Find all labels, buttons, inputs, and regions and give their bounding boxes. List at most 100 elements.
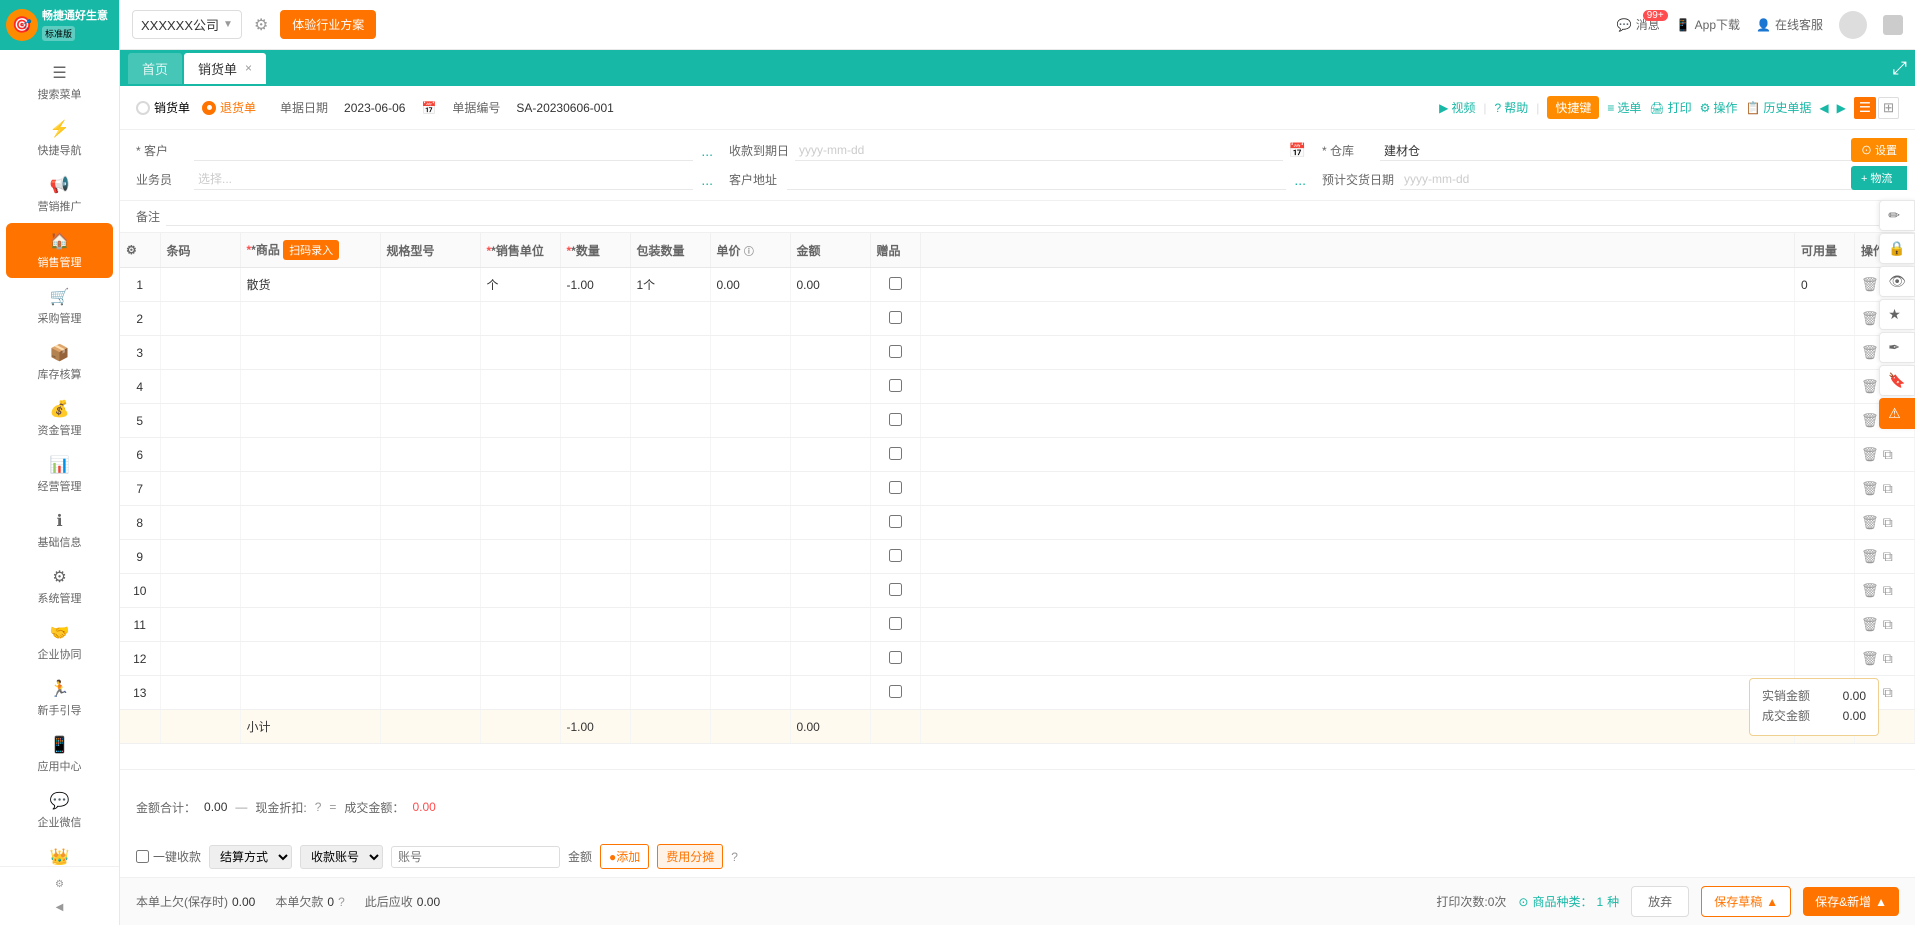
- settings-icon[interactable]: ⚙: [250, 11, 272, 39]
- discard-button[interactable]: 放弃: [1631, 886, 1689, 917]
- row-qty-4[interactable]: [560, 370, 630, 404]
- shortcut-btn[interactable]: 快捷键: [1547, 96, 1599, 119]
- copy-icon-7[interactable]: ⧉: [1883, 480, 1893, 497]
- row-qty-8[interactable]: [560, 506, 630, 540]
- row-barcode-8[interactable]: [160, 506, 240, 540]
- barcode-input-4[interactable]: [167, 380, 234, 394]
- delete-icon-8[interactable]: 🗑: [1861, 514, 1879, 531]
- select-btn[interactable]: ≡ 选单: [1607, 99, 1641, 116]
- right-tool-pencil[interactable]: ✒: [1879, 332, 1915, 363]
- row-qty-5[interactable]: [560, 404, 630, 438]
- expense-help-icon[interactable]: ?: [731, 850, 738, 864]
- copy-icon-6[interactable]: ⧉: [1883, 446, 1893, 463]
- sidebar-item-system[interactable]: ⚙ 系统管理: [6, 559, 113, 614]
- sidebar-item-basic[interactable]: ℹ 基础信息: [6, 503, 113, 558]
- copy-icon-12[interactable]: ⧉: [1883, 650, 1893, 667]
- row-gift-12[interactable]: [870, 642, 920, 676]
- delete-icon-2[interactable]: 🗑: [1861, 310, 1879, 327]
- sidebar-item-shortcut[interactable]: ⚡ 快捷导航: [6, 111, 113, 166]
- row-gift-2[interactable]: [870, 302, 920, 336]
- row-product-4[interactable]: [240, 370, 380, 404]
- expand-icon[interactable]: ⤢: [1893, 58, 1907, 79]
- row-product-9[interactable]: [240, 540, 380, 574]
- barcode-input-1[interactable]: [167, 278, 234, 292]
- right-tool-lock[interactable]: 🔒: [1879, 233, 1915, 264]
- row-qty-9[interactable]: [560, 540, 630, 574]
- row-product-7[interactable]: [240, 472, 380, 506]
- row-barcode-11[interactable]: [160, 608, 240, 642]
- sidebar-item-apps[interactable]: 📱 应用中心: [6, 727, 113, 782]
- note-input[interactable]: [166, 207, 1899, 226]
- logistics-btn[interactable]: + 物流: [1851, 166, 1907, 190]
- row-gift-13[interactable]: [870, 676, 920, 710]
- sidebar-item-wechat[interactable]: 💬 企业微信: [6, 783, 113, 838]
- row-barcode-9[interactable]: [160, 540, 240, 574]
- row-qty-6[interactable]: [560, 438, 630, 472]
- next-btn[interactable]: ▶: [1837, 101, 1846, 115]
- gift-cb-2[interactable]: [889, 311, 902, 324]
- radio-sale[interactable]: 销货单: [136, 99, 190, 116]
- barcode-input-10[interactable]: [167, 584, 234, 598]
- warehouse-input[interactable]: [1380, 140, 1879, 161]
- barcode-input-13[interactable]: [167, 686, 234, 700]
- delete-icon-4[interactable]: 🗑: [1861, 378, 1879, 395]
- customer-input[interactable]: [194, 140, 693, 161]
- grid-view-btn[interactable]: ⊞: [1878, 97, 1899, 119]
- row-barcode-1[interactable]: [160, 268, 240, 302]
- row-spec-11[interactable]: [380, 608, 480, 642]
- barcode-input-12[interactable]: [167, 652, 234, 666]
- one-click-payment-cb[interactable]: 一键收款: [136, 848, 201, 865]
- row-spec-8[interactable]: [380, 506, 480, 540]
- row-barcode-3[interactable]: [160, 336, 240, 370]
- row-price-4[interactable]: [710, 370, 790, 404]
- row-barcode-6[interactable]: [160, 438, 240, 472]
- gift-cb-9[interactable]: [889, 549, 902, 562]
- barcode-input-6[interactable]: [167, 448, 234, 462]
- list-view-btn[interactable]: ☰: [1854, 97, 1876, 119]
- row-price-10[interactable]: [710, 574, 790, 608]
- sidebar-item-inventory[interactable]: 📦 库存核算: [6, 335, 113, 390]
- row-spec-13[interactable]: [380, 676, 480, 710]
- tab-home[interactable]: 首页: [128, 53, 182, 84]
- row-price-8[interactable]: [710, 506, 790, 540]
- sidebar-item-operations[interactable]: 📊 经营管理: [6, 447, 113, 502]
- address-input[interactable]: [787, 169, 1286, 190]
- row-qty-12[interactable]: [560, 642, 630, 676]
- delete-icon-10[interactable]: 🗑: [1861, 582, 1879, 599]
- row-barcode-10[interactable]: [160, 574, 240, 608]
- row-price-1[interactable]: 0.00: [710, 268, 790, 302]
- print-btn[interactable]: 🖨 打印: [1649, 99, 1691, 116]
- row-price-2[interactable]: [710, 302, 790, 336]
- row-gift-4[interactable]: [870, 370, 920, 404]
- sidebar-item-purchase[interactable]: 🛒 采购管理: [6, 279, 113, 334]
- gift-cb-12[interactable]: [889, 651, 902, 664]
- row-qty-1[interactable]: -1.00: [560, 268, 630, 302]
- row-price-12[interactable]: [710, 642, 790, 676]
- row-gift-7[interactable]: [870, 472, 920, 506]
- gift-cb-8[interactable]: [889, 515, 902, 528]
- row-price-7[interactable]: [710, 472, 790, 506]
- gift-cb-4[interactable]: [889, 379, 902, 392]
- row-barcode-7[interactable]: [160, 472, 240, 506]
- row-product-13[interactable]: [240, 676, 380, 710]
- barcode-input-8[interactable]: [167, 516, 234, 530]
- sidebar-item-guide[interactable]: 🏃 新手引导: [6, 671, 113, 726]
- row-spec-10[interactable]: [380, 574, 480, 608]
- row-barcode-13[interactable]: [160, 676, 240, 710]
- row-qty-11[interactable]: [560, 608, 630, 642]
- delete-icon-3[interactable]: 🗑: [1861, 344, 1879, 361]
- row-spec-1[interactable]: [380, 268, 480, 302]
- row-qty-10[interactable]: [560, 574, 630, 608]
- help-link[interactable]: ? 帮助: [1495, 99, 1529, 116]
- barcode-input-9[interactable]: [167, 550, 234, 564]
- row-gift-5[interactable]: [870, 404, 920, 438]
- payment-method-select[interactable]: 结算方式: [209, 845, 292, 869]
- gift-cb-5[interactable]: [889, 413, 902, 426]
- row-spec-2[interactable]: [380, 302, 480, 336]
- video-link[interactable]: ▶ 视频: [1439, 99, 1475, 116]
- row-price-9[interactable]: [710, 540, 790, 574]
- row-qty-13[interactable]: [560, 676, 630, 710]
- row-product-8[interactable]: [240, 506, 380, 540]
- row-spec-3[interactable]: [380, 336, 480, 370]
- row-product-1[interactable]: 散货: [240, 268, 380, 302]
